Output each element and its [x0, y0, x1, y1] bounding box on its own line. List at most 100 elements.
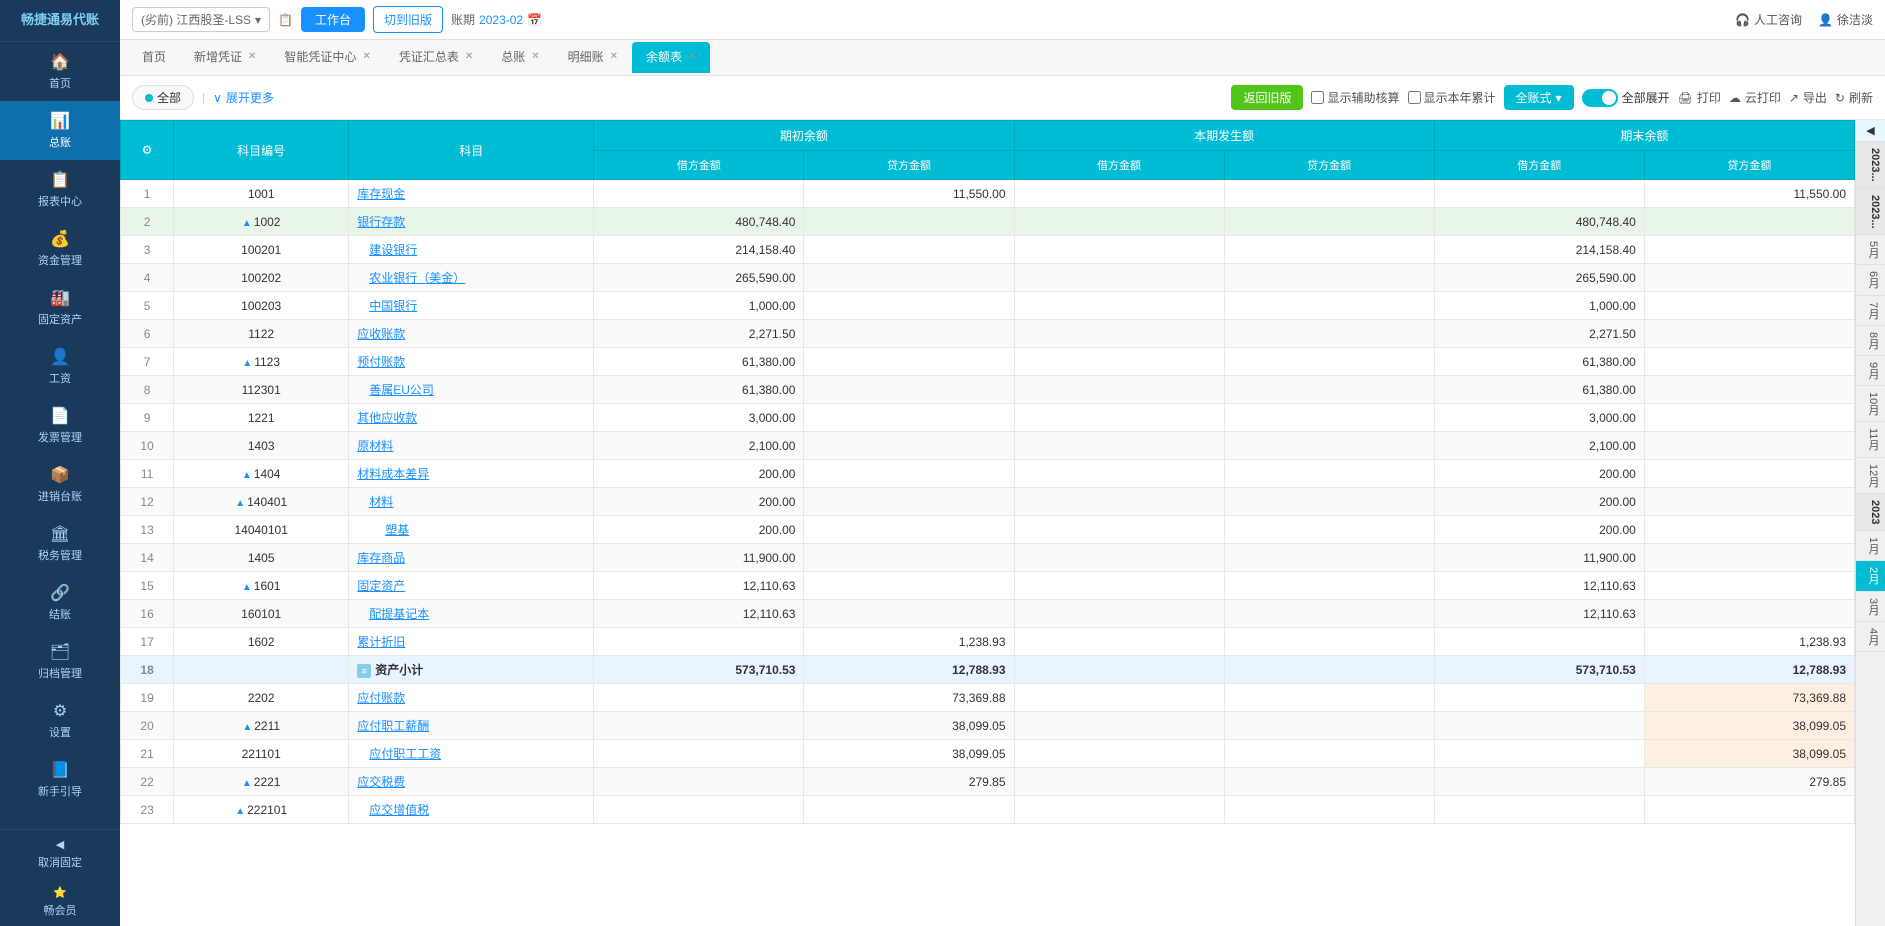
sidebar-item-7[interactable]: 📦进销台账: [0, 455, 120, 514]
row-name-3[interactable]: 农业银行（美金）: [349, 264, 594, 292]
sidebar-item-10[interactable]: 🗂归档管理: [0, 632, 120, 691]
sidebar-item-6[interactable]: 📄发票管理: [0, 396, 120, 455]
row-name-2[interactable]: 建设银行: [349, 236, 594, 264]
auxiliary-checkbox-input[interactable]: [1311, 91, 1324, 104]
sidebar-item-8[interactable]: 🏛税务管理: [0, 514, 120, 573]
company-selector[interactable]: (劣前) 江西股圣-LSS ▾: [132, 7, 270, 32]
year-panel-item-14[interactable]: 4月: [1856, 622, 1885, 652]
balance-table-container: ⚙ 科目编号 科目 期初余额 本期发生额 期末余额 借方金额 贷方金额 借方金额…: [120, 120, 1855, 926]
refresh-button[interactable]: ↻ 刷新: [1835, 89, 1873, 106]
switch-version-button[interactable]: 切到旧版: [373, 6, 443, 33]
tab-label-2: 智能凭证中心: [284, 48, 356, 65]
year-panel-item-6[interactable]: 9月: [1856, 356, 1885, 386]
row-name-15[interactable]: 配提基记本: [349, 600, 594, 628]
row-name-12[interactable]: 塑基: [349, 516, 594, 544]
cloud-print-button[interactable]: ☁ 云打印: [1729, 89, 1781, 106]
sidebar-item-member[interactable]: ⭐ 畅会员: [0, 878, 120, 926]
tab-close-6[interactable]: ✕: [688, 51, 696, 62]
doc-icon[interactable]: 📋: [278, 13, 293, 27]
tab-close-1[interactable]: ✕: [248, 51, 256, 62]
sidebar-item-0[interactable]: 🏠首页: [0, 42, 120, 101]
year-panel-item-11[interactable]: 1月: [1856, 531, 1885, 561]
year-panel-item-13[interactable]: 3月: [1856, 592, 1885, 622]
tab-close-5[interactable]: ✕: [610, 51, 618, 62]
calendar-icon[interactable]: 📅: [527, 13, 542, 27]
year-panel-item-1[interactable]: 2023...: [1856, 189, 1885, 236]
expand-label: 展开更多: [226, 89, 274, 106]
row-name-4[interactable]: 中国银行: [349, 292, 594, 320]
year-panel-item-9[interactable]: 12月: [1856, 458, 1885, 494]
year-panel-item-8[interactable]: 11月: [1856, 422, 1885, 457]
row-name-10[interactable]: 材料成本差异: [349, 460, 594, 488]
cumulative-checkbox-input[interactable]: [1408, 91, 1421, 104]
expand-all-toggle[interactable]: 全部展开: [1582, 89, 1670, 107]
sidebar-item-4[interactable]: 🏭固定资产: [0, 278, 120, 337]
tab-5[interactable]: 明细账✕: [554, 42, 632, 73]
row-amount-6-2: [1014, 348, 1224, 376]
tab-close-3[interactable]: ✕: [465, 51, 473, 62]
row-name-18[interactable]: 应付账款: [349, 684, 594, 712]
sidebar-item-11[interactable]: ⚙设置: [0, 691, 120, 750]
row-name-20[interactable]: 应付职工工资: [349, 740, 594, 768]
sidebar-item-9[interactable]: 🔗结账: [0, 573, 120, 632]
tab-6[interactable]: 余额表✕: [632, 42, 710, 73]
sidebar-item-2[interactable]: 📋报表中心: [0, 160, 120, 219]
fullstyle-button[interactable]: 全账式 ▾: [1504, 85, 1574, 110]
row-name-7[interactable]: 善属EU公司: [349, 376, 594, 404]
workbench-button[interactable]: 工作台: [301, 7, 365, 32]
consult-button[interactable]: 🎧 人工咨询: [1735, 11, 1802, 28]
tab-close-2[interactable]: ✕: [362, 51, 370, 62]
sidebar-item-3[interactable]: 💰资金管理: [0, 219, 120, 278]
row-name-22[interactable]: 应交增值税: [349, 796, 594, 824]
year-panel-item-0[interactable]: 2023...: [1856, 142, 1885, 189]
year-panel-item-2[interactable]: 5月: [1856, 235, 1885, 265]
row-name-11[interactable]: 材料: [349, 488, 594, 516]
return-oldversion-button[interactable]: 返回旧版: [1231, 85, 1303, 110]
row-name-19[interactable]: 应付职工薪酬: [349, 712, 594, 740]
year-panel-item-7[interactable]: 10月: [1856, 386, 1885, 422]
auxiliary-checkbox[interactable]: 显示辅助核算: [1311, 89, 1399, 106]
sidebar-item-cancel-fixed[interactable]: ◀ 取消固定: [0, 830, 120, 878]
tab-1[interactable]: 新增凭证✕: [180, 42, 270, 73]
tab-0[interactable]: 首页: [128, 42, 180, 73]
cumulative-checkbox[interactable]: 显示本年累计: [1408, 89, 1496, 106]
year-panel-toggle[interactable]: ◀: [1856, 120, 1885, 142]
row-amount-21-1: 279.85: [804, 768, 1014, 796]
row-name-8[interactable]: 其他应收款: [349, 404, 594, 432]
user-profile[interactable]: 👤 徐洁淡: [1818, 11, 1873, 28]
row-name-5[interactable]: 应收账款: [349, 320, 594, 348]
year-panel-item-12[interactable]: 2月: [1856, 561, 1885, 591]
year-panel-item-5[interactable]: 8月: [1856, 326, 1885, 356]
sidebar-item-1[interactable]: 📊总账: [0, 101, 120, 160]
toggle-switch[interactable]: [1582, 89, 1618, 107]
filter-button[interactable]: 全部: [132, 85, 194, 110]
row-amount-0-1: 11,550.00: [804, 180, 1014, 208]
row-name-1[interactable]: 银行存款: [349, 208, 594, 236]
print-button[interactable]: 🖨 打印: [1678, 89, 1721, 106]
settings-header[interactable]: ⚙: [121, 121, 174, 180]
row-name-21[interactable]: 应交税费: [349, 768, 594, 796]
sidebar-item-5[interactable]: 👤工资: [0, 337, 120, 396]
row-name-13[interactable]: 库存商品: [349, 544, 594, 572]
row-name-17[interactable]: ≡资产小计: [349, 656, 594, 684]
toolbar-right: 返回旧版 显示辅助核算 显示本年累计 全账式 ▾ 全部展开: [1231, 85, 1873, 110]
tab-4[interactable]: 总账✕: [487, 42, 553, 73]
year-panel-item-10[interactable]: 2023: [1856, 494, 1885, 531]
row-amount-11-4: 200.00: [1434, 488, 1644, 516]
tab-3[interactable]: 凭证汇总表✕: [385, 42, 487, 73]
row-name-9[interactable]: 原材料: [349, 432, 594, 460]
accounting-period: 账期 2023-02 📅: [451, 11, 542, 28]
year-panel-item-4[interactable]: 7月: [1856, 296, 1885, 326]
row-name-0[interactable]: 库存现金: [349, 180, 594, 208]
row-name-6[interactable]: 预付账款: [349, 348, 594, 376]
tab-2[interactable]: 智能凭证中心 ✕: [270, 42, 384, 73]
sidebar-icon-8: 🏛: [50, 524, 70, 544]
tab-close-4[interactable]: ✕: [531, 51, 539, 62]
export-button[interactable]: ↗ 导出: [1789, 89, 1827, 106]
expand-button[interactable]: ∨ 展开更多: [213, 89, 274, 106]
main-content: (劣前) 江西股圣-LSS ▾ 📋 工作台 切到旧版 账期 2023-02 📅 …: [120, 0, 1885, 926]
year-panel-item-3[interactable]: 6月: [1856, 265, 1885, 295]
row-name-16[interactable]: 累计折旧: [349, 628, 594, 656]
row-name-14[interactable]: 固定资产: [349, 572, 594, 600]
sidebar-item-12[interactable]: 📘新手引导: [0, 750, 120, 809]
